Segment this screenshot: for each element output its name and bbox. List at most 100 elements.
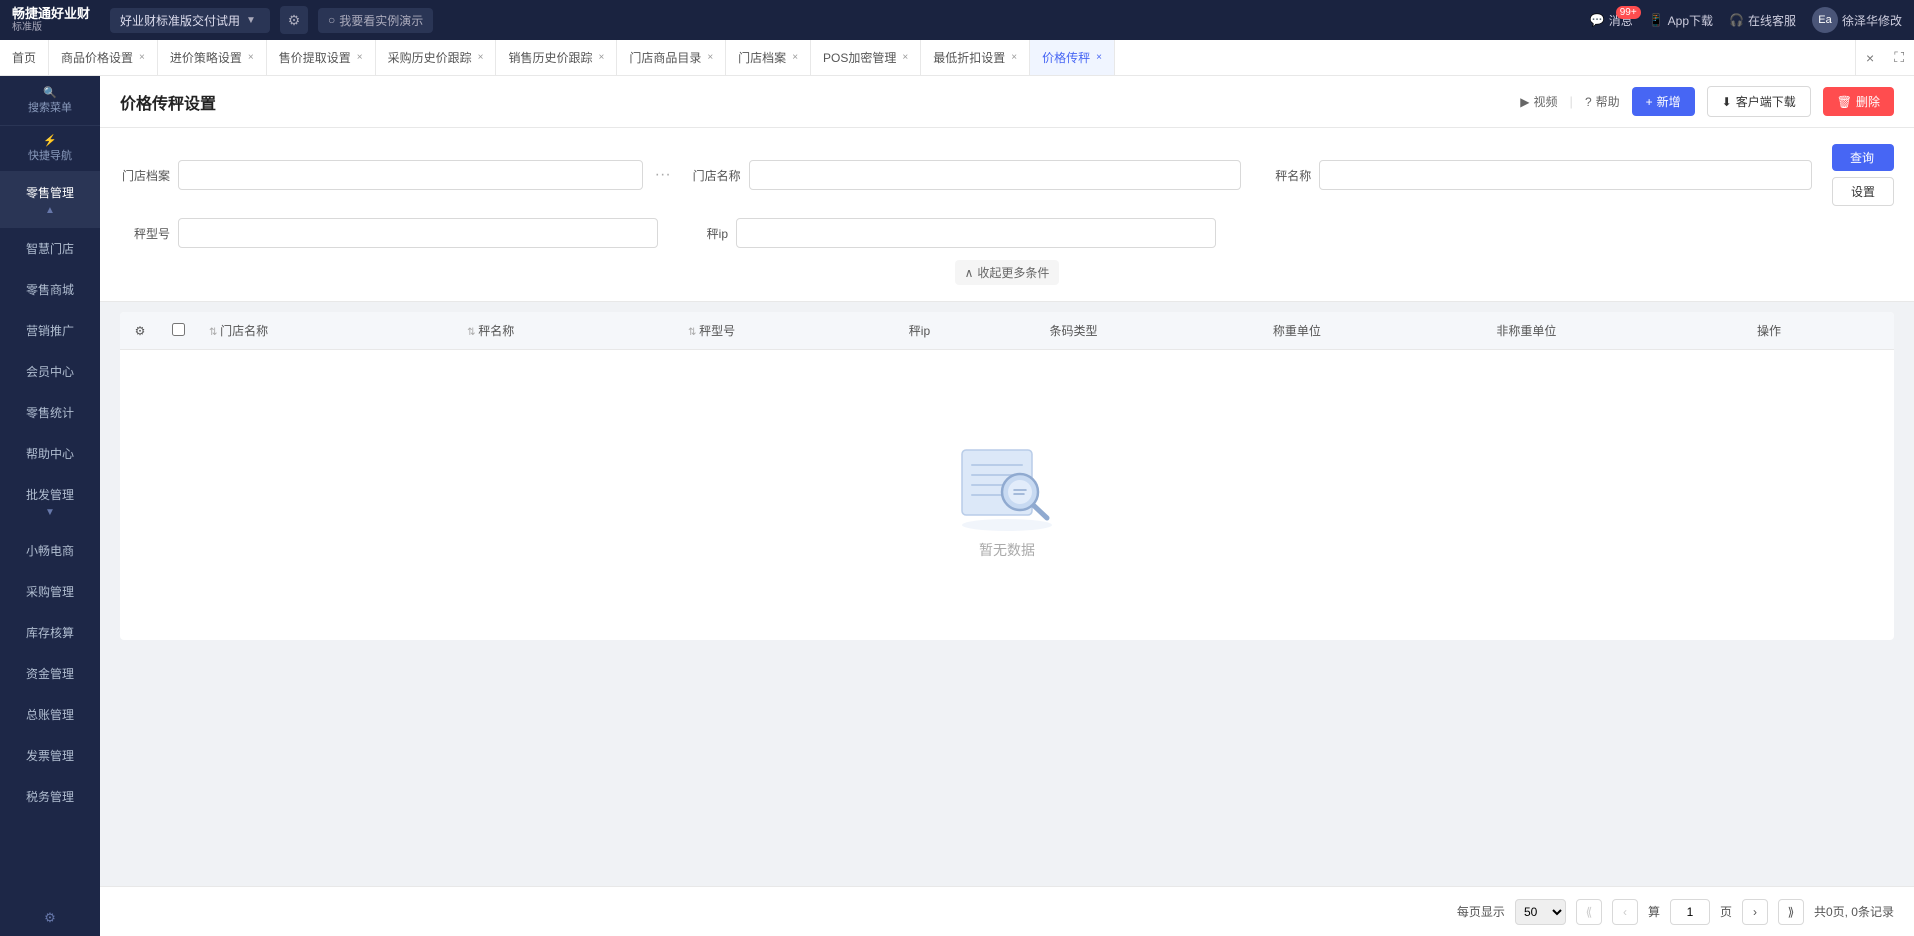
settings-button[interactable]: ⚙ bbox=[280, 6, 308, 34]
sidebar-search[interactable]: 🔍 搜索菜单 bbox=[0, 76, 100, 126]
tab-price-setting[interactable]: 商品价格设置 × bbox=[49, 40, 158, 76]
messages-badge: 99+ bbox=[1616, 6, 1641, 19]
col-scale-ip: 秤ip bbox=[897, 312, 1038, 350]
tab-purchase-history-close[interactable]: × bbox=[478, 52, 484, 63]
logo-sub: 标准版 bbox=[12, 22, 42, 34]
tab-purchase-strategy[interactable]: 进价策略设置 × bbox=[158, 40, 267, 76]
scale-model-input[interactable] bbox=[178, 218, 658, 248]
user-name: 徐泽华修改 bbox=[1842, 12, 1902, 29]
store-name-input[interactable] bbox=[749, 160, 1242, 190]
tab-store-catalog[interactable]: 门店商品目录 × bbox=[617, 40, 726, 76]
add-button[interactable]: + 新增 bbox=[1632, 87, 1695, 116]
scale-model-label: 秤型号 bbox=[120, 225, 170, 242]
sidebar-settings[interactable]: ⚙ bbox=[0, 900, 100, 936]
tab-home[interactable]: 首页 bbox=[0, 40, 49, 76]
store-archive-input[interactable] bbox=[178, 160, 643, 190]
tab-sale-price[interactable]: 售价提取设置 × bbox=[267, 40, 376, 76]
tab-sale-history[interactable]: 销售历史价跟踪 × bbox=[496, 40, 617, 76]
messages-button[interactable]: 💬 消息 99+ bbox=[1590, 12, 1633, 29]
tab-pos-mgmt[interactable]: POS加密管理 × bbox=[811, 40, 921, 76]
tab-price-scale[interactable]: 价格传秤 × bbox=[1030, 40, 1115, 76]
tab-store-archive-close[interactable]: × bbox=[792, 52, 798, 63]
page-number-input[interactable] bbox=[1670, 899, 1710, 925]
select-all-checkbox[interactable] bbox=[172, 323, 185, 336]
logo-title: 畅捷通好业财 bbox=[12, 6, 90, 22]
table-area: ⚙ 门店名称 秤名称 秤型号 秤ip 条码类型 称重单位 非称重单位 操作 bbox=[100, 302, 1914, 886]
sidebar-item-smart-store[interactable]: 智慧门店 bbox=[0, 228, 100, 269]
sidebar-item-fund-mgmt[interactable]: 资金管理 bbox=[0, 653, 100, 694]
sidebar-item-wholesale-mgmt[interactable]: 批发管理 ▼ bbox=[0, 474, 100, 530]
empty-state: 暂无数据 bbox=[120, 350, 1894, 640]
tab-purchase-history[interactable]: 采购历史价跟踪 × bbox=[376, 40, 497, 76]
page-size-select[interactable]: 20 50 100 200 bbox=[1515, 899, 1566, 925]
video-link[interactable]: ▶ 视频 bbox=[1520, 93, 1557, 110]
sidebar-item-tax-mgmt[interactable]: 税务管理 bbox=[0, 776, 100, 817]
col-store-name[interactable]: 门店名称 bbox=[197, 312, 455, 350]
tab-pos-mgmt-close[interactable]: × bbox=[902, 52, 908, 63]
tab-store-archive[interactable]: 门店档案 × bbox=[726, 40, 811, 76]
sidebar-item-retail-mall[interactable]: 零售商城 bbox=[0, 269, 100, 310]
tab-price-scale-close[interactable]: × bbox=[1096, 52, 1102, 63]
tab-price-setting-close[interactable]: × bbox=[139, 52, 145, 63]
app-download-button[interactable]: 📱 App下载 bbox=[1649, 12, 1713, 29]
table-header-row: ⚙ 门店名称 秤名称 秤型号 秤ip 条码类型 称重单位 非称重单位 操作 bbox=[120, 312, 1894, 350]
tab-min-discount-close[interactable]: × bbox=[1011, 52, 1017, 63]
sidebar-quick-nav[interactable]: ⚡ 快捷导航 bbox=[0, 126, 100, 172]
col-checkbox[interactable] bbox=[160, 312, 197, 350]
sidebar-item-help-center[interactable]: 帮助中心 bbox=[0, 433, 100, 474]
filter-settings-button[interactable]: 设置 bbox=[1832, 177, 1894, 206]
tab-sale-history-close[interactable]: × bbox=[598, 52, 604, 63]
prev-page-button[interactable]: ‹ bbox=[1612, 899, 1638, 925]
delete-button[interactable]: 🗑 删除 bbox=[1823, 87, 1894, 116]
query-button[interactable]: 查询 bbox=[1832, 144, 1894, 171]
collapse-filter-button[interactable]: ∧ 收起更多条件 bbox=[955, 260, 1060, 285]
headset-icon: 🎧 bbox=[1729, 13, 1744, 27]
help-link[interactable]: ? 帮助 bbox=[1585, 93, 1620, 110]
next-page-button[interactable]: › bbox=[1742, 899, 1768, 925]
scale-ip-input[interactable] bbox=[736, 218, 1216, 248]
tab-purchase-strategy-label: 进价策略设置 bbox=[170, 49, 242, 66]
help-icon: ? bbox=[1585, 95, 1592, 109]
query-label: 查询 bbox=[1850, 149, 1874, 166]
version-selector[interactable]: 好业财标准版交付试用 ▼ bbox=[110, 8, 270, 33]
close-current-tab-button[interactable]: × bbox=[1856, 40, 1884, 76]
sidebar-item-retail-mgmt[interactable]: 零售管理 ▲ bbox=[0, 172, 100, 228]
version-label: 好业财标准版交付试用 bbox=[120, 12, 240, 29]
tab-store-catalog-close[interactable]: × bbox=[707, 52, 713, 63]
avatar: Ea bbox=[1812, 7, 1838, 33]
sidebar-item-retail-stats[interactable]: 零售统计 bbox=[0, 392, 100, 433]
tab-sale-price-close[interactable]: × bbox=[357, 52, 363, 63]
download-icon: ⬇ bbox=[1722, 95, 1732, 109]
online-service-button[interactable]: 🎧 在线客服 bbox=[1729, 12, 1796, 29]
col-scale-model[interactable]: 秤型号 bbox=[676, 312, 897, 350]
col-scale-name[interactable]: 秤名称 bbox=[455, 312, 676, 350]
phone-icon: 📱 bbox=[1649, 13, 1664, 27]
retail-mall-label: 零售商城 bbox=[26, 281, 74, 298]
first-page-button[interactable]: ⟪ bbox=[1576, 899, 1602, 925]
sidebar-item-invoice-mgmt[interactable]: 发票管理 bbox=[0, 735, 100, 776]
tab-purchase-strategy-close[interactable]: × bbox=[248, 52, 254, 63]
col-settings[interactable]: ⚙ bbox=[120, 312, 160, 350]
user-menu-button[interactable]: Ea 徐泽华修改 bbox=[1812, 7, 1902, 33]
download-client-button[interactable]: ⬇ 客户端下载 bbox=[1707, 86, 1811, 117]
sidebar-item-purchase-mgmt[interactable]: 采购管理 bbox=[0, 571, 100, 612]
logo-area: 畅捷通好业财 标准版 bbox=[12, 6, 90, 34]
sidebar-item-inventory[interactable]: 库存核算 bbox=[0, 612, 100, 653]
store-archive-label: 门店档案 bbox=[120, 167, 170, 184]
filter-settings-label: 设置 bbox=[1851, 183, 1875, 200]
last-page-button[interactable]: ⟫ bbox=[1778, 899, 1804, 925]
store-name-label: 门店名称 bbox=[691, 167, 741, 184]
scale-name-input[interactable] bbox=[1319, 160, 1812, 190]
demo-button[interactable]: ○ 我要看实例演示 bbox=[318, 8, 433, 33]
more-options-icon[interactable]: ··· bbox=[655, 166, 671, 184]
sidebar-nav-label: 快捷导航 bbox=[0, 147, 100, 163]
retail-mgmt-label: 零售管理 bbox=[26, 184, 74, 201]
sidebar-item-member-center[interactable]: 会员中心 bbox=[0, 351, 100, 392]
tab-min-discount[interactable]: 最低折扣设置 × bbox=[921, 40, 1030, 76]
maximize-tab-button[interactable]: ⛶ bbox=[1884, 40, 1914, 76]
tax-mgmt-label: 税务管理 bbox=[26, 788, 74, 805]
app-download-label: App下载 bbox=[1668, 12, 1713, 29]
sidebar-item-xiaochang-ec[interactable]: 小畅电商 bbox=[0, 530, 100, 571]
sidebar-item-marketing[interactable]: 营销推广 bbox=[0, 310, 100, 351]
sidebar-item-general-ledger[interactable]: 总账管理 bbox=[0, 694, 100, 735]
